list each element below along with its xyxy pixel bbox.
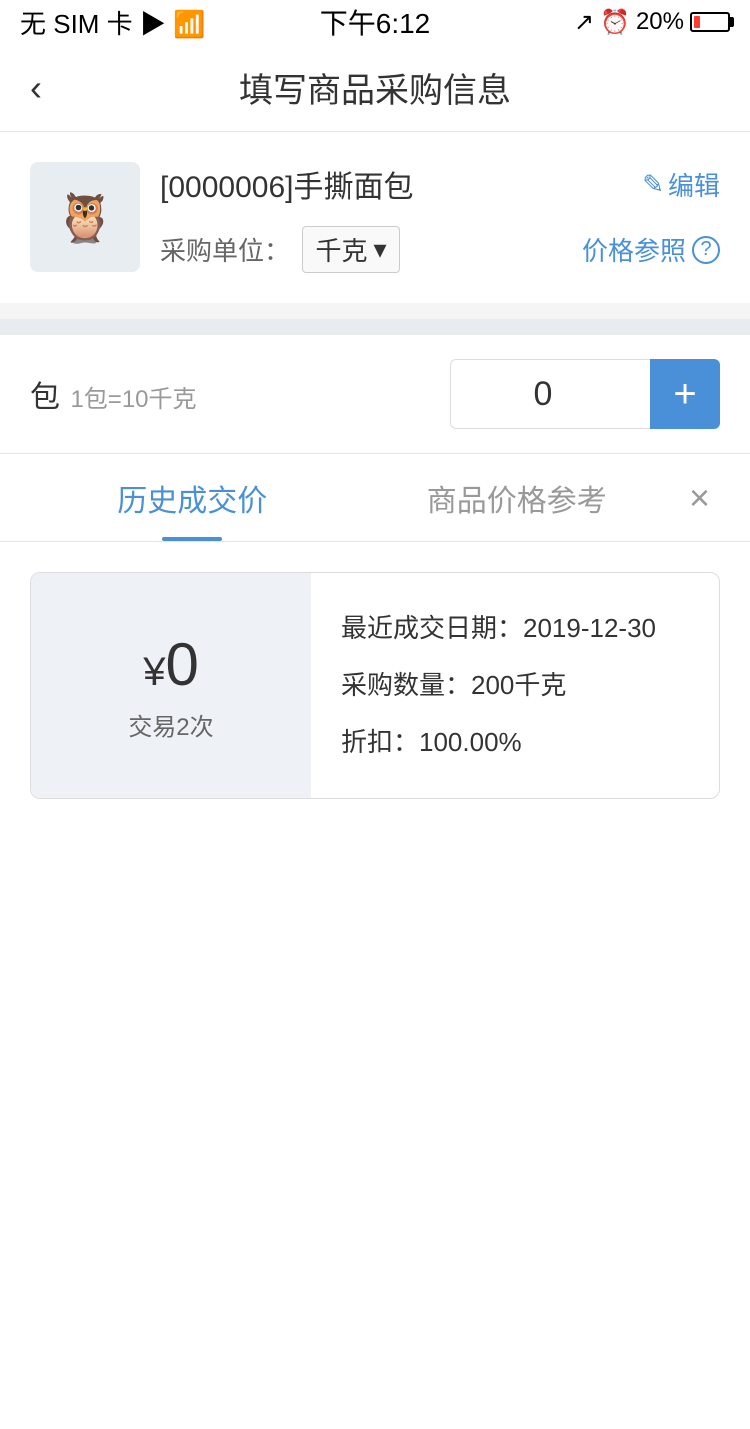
nav-header: ‹ 填写商品采购信息 — [0, 44, 750, 132]
chevron-down-icon: ▾ — [373, 234, 386, 265]
edit-button[interactable]: ✎ 编辑 — [642, 166, 720, 203]
tab-history-label: 历史成交价 — [117, 476, 267, 520]
price-card-area: ¥0 交易2次 最近成交日期：2019-12-30 采购数量：200千克 折扣：… — [0, 542, 750, 829]
battery-icon — [690, 12, 730, 32]
tab-price-ref[interactable]: 商品价格参考 — [354, 454, 678, 541]
unit-badge: 包 — [30, 381, 60, 414]
status-right-group: ↗ ⏰ 20% — [574, 8, 730, 37]
product-info: [0000006]手撕面包 ✎ 编辑 采购单位： 千克 ▾ 价格参照 ? — [160, 162, 720, 273]
tab-history-price[interactable]: 历史成交价 — [30, 454, 354, 541]
tabs-section: 历史成交价 商品价格参考 × ¥0 交易2次 最近成交日期：2019-12-30… — [0, 453, 750, 1429]
recent-date-value: 2019-12-30 — [523, 613, 656, 643]
quantity-row: 包 1包=10千克 + — [0, 335, 750, 453]
price-summary: ¥0 交易2次 — [31, 573, 311, 798]
product-image: 🦉 — [30, 162, 140, 272]
unit-value: 千克 — [315, 231, 367, 268]
quantity-value: 200千克 — [471, 670, 566, 700]
battery-percent: 20% — [636, 8, 684, 36]
trade-count: 交易2次 — [128, 707, 213, 742]
help-icon: ? — [692, 236, 720, 264]
section-divider — [0, 319, 750, 335]
product-thumbnail-icon: 🦉 — [55, 189, 115, 246]
price-details: 最近成交日期：2019-12-30 采购数量：200千克 折扣：100.00% — [311, 573, 719, 798]
status-signal: 无 SIM 卡 ▶ 📶 — [20, 4, 206, 41]
price-ref-label: 价格参照 — [582, 231, 686, 268]
recent-date-row: 最近成交日期：2019-12-30 — [341, 609, 689, 648]
recent-date-label: 最近成交日期： — [341, 613, 523, 643]
currency-symbol: ¥ — [143, 650, 165, 694]
quantity-label: 采购数量： — [341, 670, 471, 700]
unit-select[interactable]: 千克 ▾ — [302, 226, 399, 273]
unit-label-group: 采购单位： 千克 ▾ — [160, 226, 400, 273]
status-time: 下午6:12 — [320, 2, 431, 42]
product-id: [0000006] — [160, 171, 293, 204]
unit-label: 采购单位： — [160, 236, 290, 266]
product-name-row: [0000006]手撕面包 ✎ 编辑 — [160, 162, 720, 206]
discount-label: 折扣： — [341, 727, 419, 757]
quantity-input-group: + — [450, 359, 720, 429]
unit-badge-group: 包 1包=10千克 — [30, 372, 197, 416]
quantity-input[interactable] — [450, 359, 650, 429]
location-icon: ↗ — [574, 8, 594, 37]
discount-value: 100.00% — [419, 727, 522, 757]
product-name: [0000006]手撕面包 — [160, 162, 413, 206]
product-section: 🦉 [0000006]手撕面包 ✎ 编辑 采购单位： 千克 ▾ 价格参照 — [0, 132, 750, 303]
tabs-header: 历史成交价 商品价格参考 × — [0, 454, 750, 542]
price-ref-button[interactable]: 价格参照 ? — [582, 231, 720, 268]
tab-active-indicator — [162, 537, 222, 541]
tabs-close-button[interactable]: × — [679, 470, 720, 526]
price-number: 0 — [165, 631, 198, 698]
edit-label: 编辑 — [668, 166, 720, 203]
unit-hint: 1包=10千克 — [70, 386, 196, 413]
page-title: 填写商品采购信息 — [239, 63, 511, 112]
product-title: 手撕面包 — [293, 171, 413, 204]
back-button[interactable]: ‹ — [20, 57, 52, 119]
content-body — [0, 829, 750, 1429]
alarm-icon: ⏰ — [600, 8, 630, 37]
quantity-plus-button[interactable]: + — [650, 359, 720, 429]
edit-icon: ✎ — [642, 169, 664, 200]
discount-row: 折扣：100.00% — [341, 723, 689, 762]
price-display: ¥0 — [143, 630, 199, 699]
status-bar: 无 SIM 卡 ▶ 📶 下午6:12 ↗ ⏰ 20% — [0, 0, 750, 44]
price-card: ¥0 交易2次 最近成交日期：2019-12-30 采购数量：200千克 折扣：… — [30, 572, 720, 799]
tab-price-ref-label: 商品价格参考 — [427, 476, 607, 520]
unit-row: 采购单位： 千克 ▾ 价格参照 ? — [160, 226, 720, 273]
quantity-row-detail: 采购数量：200千克 — [341, 666, 689, 705]
